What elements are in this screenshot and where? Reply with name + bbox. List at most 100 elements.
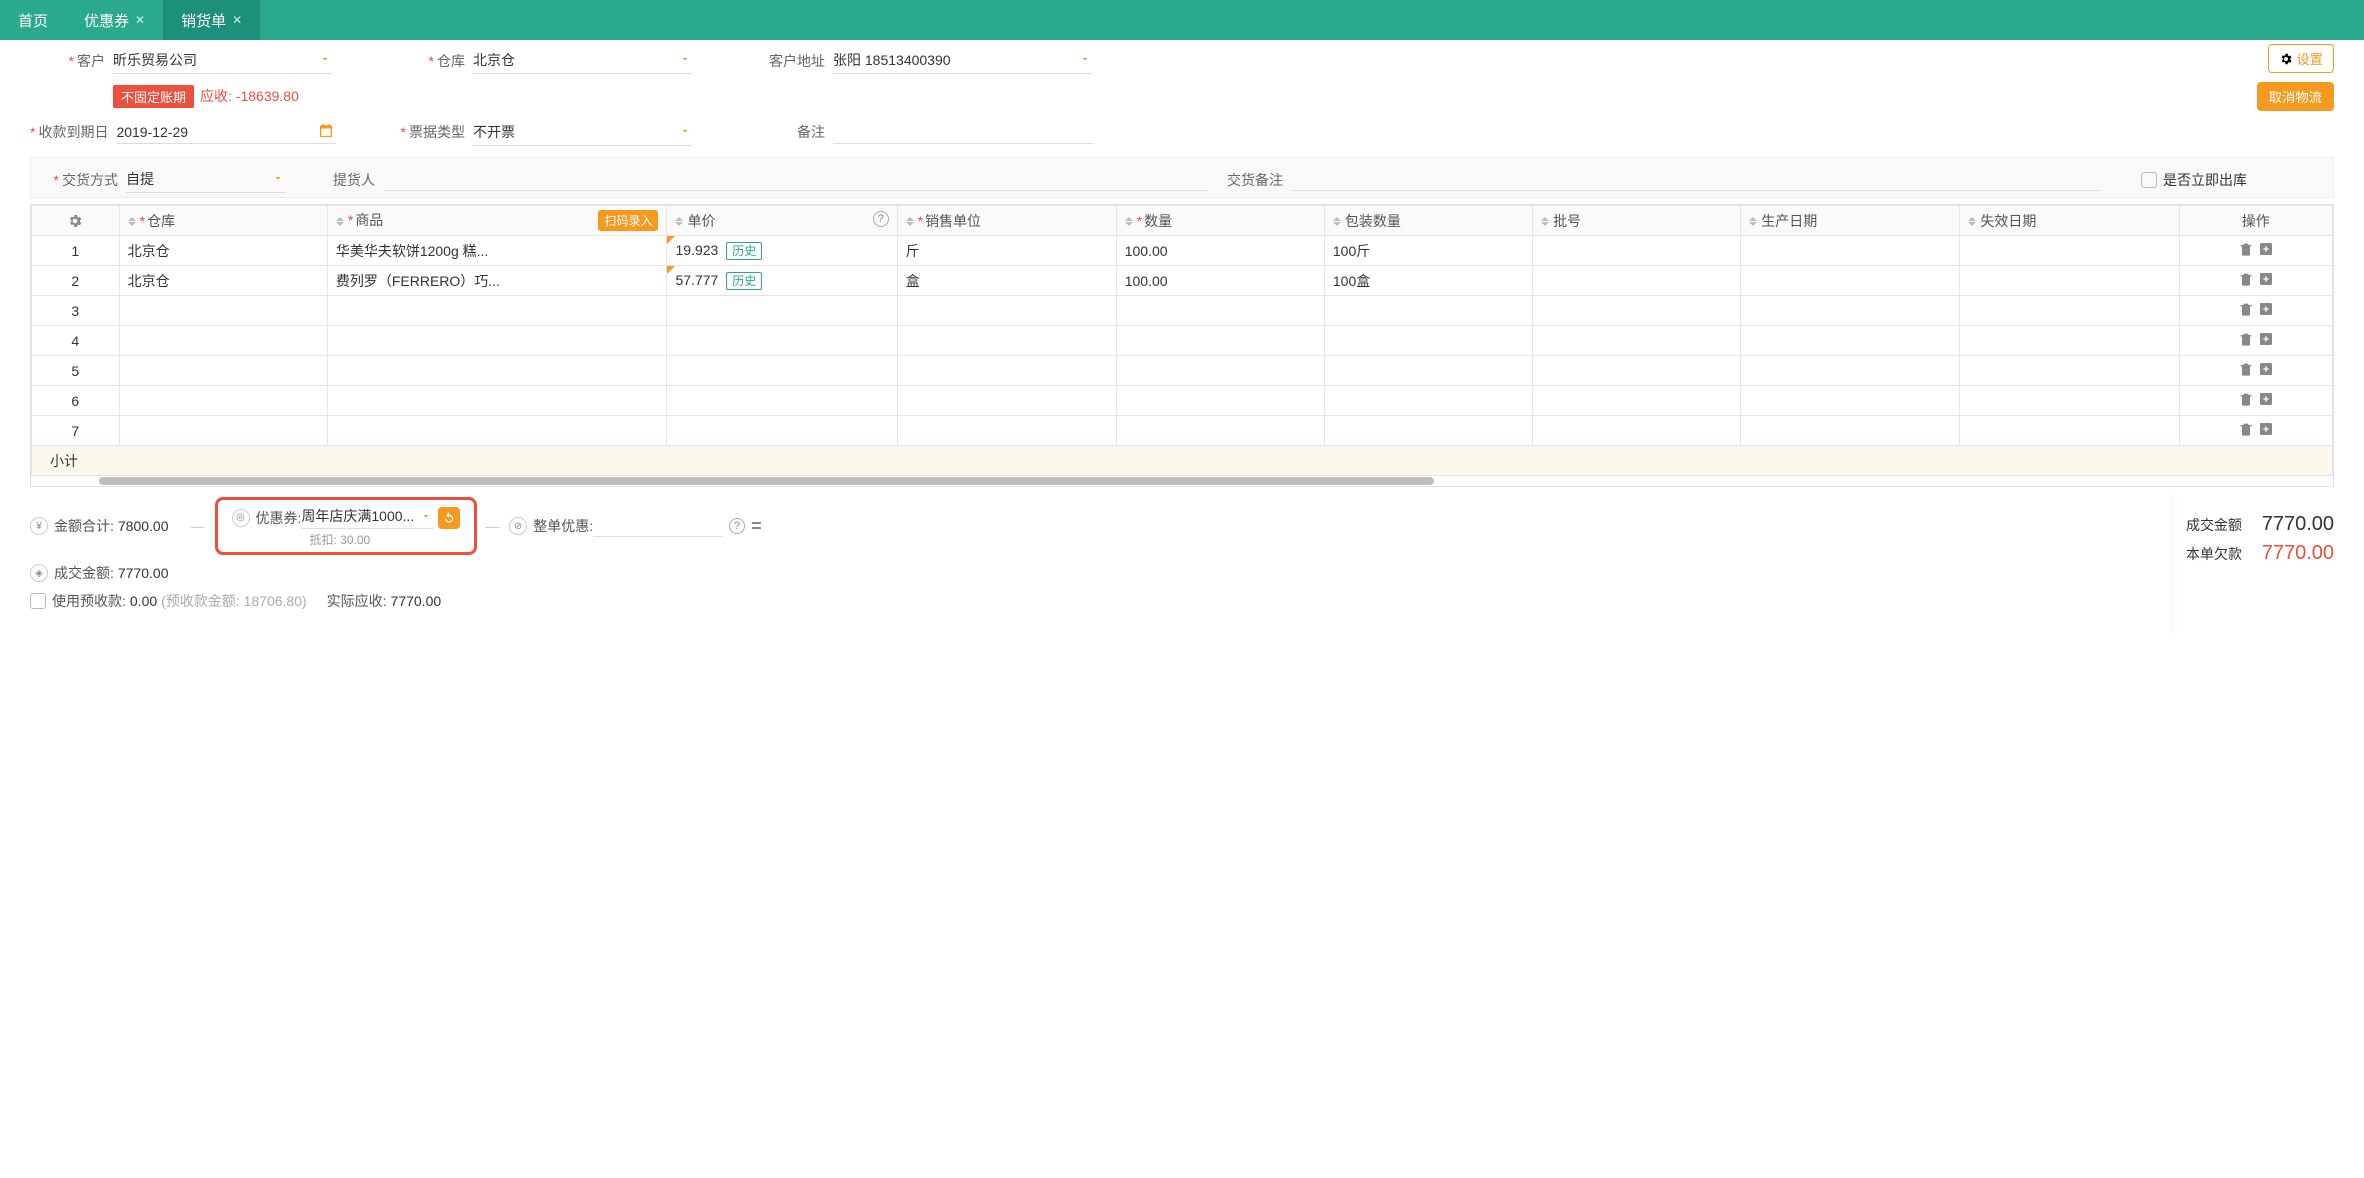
- trash-icon[interactable]: [2238, 331, 2254, 347]
- cell-unit[interactable]: [897, 296, 1116, 326]
- cell-unit[interactable]: [897, 356, 1116, 386]
- remark-input[interactable]: [833, 121, 1093, 144]
- cell-warehouse[interactable]: [119, 416, 327, 446]
- col-price[interactable]: 单价?: [667, 206, 897, 236]
- col-qty[interactable]: *数量: [1116, 206, 1324, 236]
- delivery-note-input[interactable]: [1291, 168, 2101, 191]
- cell-unit[interactable]: [897, 386, 1116, 416]
- cell-price[interactable]: [667, 386, 897, 416]
- cell-exp-date[interactable]: [1960, 416, 2179, 446]
- delivery-method-select[interactable]: 自提: [126, 166, 286, 193]
- table-row[interactable]: 1北京仓华美华夫软饼1200g 糕...19.923 历史斤100.00100斤: [32, 236, 2333, 266]
- close-icon[interactable]: ✕: [135, 13, 145, 27]
- cell-price[interactable]: [667, 356, 897, 386]
- cell-prod-date[interactable]: [1741, 386, 1960, 416]
- cell-pack[interactable]: 100斤: [1324, 236, 1532, 266]
- due-date-input[interactable]: 2019-12-29: [116, 121, 336, 144]
- add-row-icon[interactable]: [2258, 271, 2274, 287]
- cell-exp-date[interactable]: [1960, 326, 2179, 356]
- cell-exp-date[interactable]: [1960, 296, 2179, 326]
- cell-warehouse[interactable]: [119, 356, 327, 386]
- cell-product[interactable]: [327, 356, 667, 386]
- tab-sales-order[interactable]: 销货单✕: [163, 0, 260, 40]
- cell-unit[interactable]: 盒: [897, 266, 1116, 296]
- trash-icon[interactable]: [2238, 301, 2254, 317]
- cell-price[interactable]: [667, 326, 897, 356]
- cell-product[interactable]: 费列罗（FERRERO）巧...: [327, 266, 667, 296]
- cell-qty[interactable]: [1116, 386, 1324, 416]
- cell-batch[interactable]: [1533, 296, 1741, 326]
- cell-product[interactable]: [327, 296, 667, 326]
- cell-price[interactable]: 19.923 历史: [667, 236, 897, 266]
- cell-warehouse[interactable]: 北京仓: [119, 266, 327, 296]
- table-row[interactable]: 7: [32, 416, 2333, 446]
- cell-unit[interactable]: [897, 416, 1116, 446]
- use-prepay-checkbox[interactable]: [30, 593, 46, 609]
- cell-batch[interactable]: [1533, 356, 1741, 386]
- trash-icon[interactable]: [2238, 271, 2254, 287]
- horizontal-scrollbar[interactable]: [31, 476, 2333, 486]
- cell-pack[interactable]: [1324, 296, 1532, 326]
- add-row-icon[interactable]: [2258, 391, 2274, 407]
- cell-prod-date[interactable]: [1741, 326, 1960, 356]
- cell-product[interactable]: [327, 416, 667, 446]
- history-badge[interactable]: 历史: [726, 272, 762, 290]
- cell-warehouse[interactable]: [119, 386, 327, 416]
- add-row-icon[interactable]: [2258, 241, 2274, 257]
- cell-batch[interactable]: [1533, 266, 1741, 296]
- cell-qty[interactable]: [1116, 296, 1324, 326]
- add-row-icon[interactable]: [2258, 361, 2274, 377]
- help-icon[interactable]: ?: [873, 211, 889, 227]
- help-icon[interactable]: ?: [729, 518, 745, 534]
- add-row-icon[interactable]: [2258, 301, 2274, 317]
- cell-prod-date[interactable]: [1741, 296, 1960, 326]
- cell-price[interactable]: 57.777 历史: [667, 266, 897, 296]
- cell-qty[interactable]: 100.00: [1116, 266, 1324, 296]
- cell-product[interactable]: [327, 386, 667, 416]
- immediate-out-checkbox[interactable]: 是否立即出库: [2121, 170, 2321, 190]
- col-settings[interactable]: [32, 206, 120, 236]
- col-product[interactable]: *商品扫码录入: [327, 206, 667, 236]
- cell-warehouse[interactable]: [119, 296, 327, 326]
- history-badge[interactable]: 历史: [726, 242, 762, 260]
- cell-pack[interactable]: [1324, 356, 1532, 386]
- cell-exp-date[interactable]: [1960, 266, 2179, 296]
- cell-batch[interactable]: [1533, 236, 1741, 266]
- add-row-icon[interactable]: [2258, 331, 2274, 347]
- col-pack-qty[interactable]: 包装数量: [1324, 206, 1532, 236]
- address-select[interactable]: 张阳 18513400390: [833, 47, 1093, 74]
- cell-pack[interactable]: [1324, 326, 1532, 356]
- tab-coupon[interactable]: 优惠券✕: [66, 0, 163, 40]
- trash-icon[interactable]: [2238, 361, 2254, 377]
- cell-unit[interactable]: [897, 326, 1116, 356]
- cell-product[interactable]: [327, 326, 667, 356]
- table-row[interactable]: 6: [32, 386, 2333, 416]
- cell-pack[interactable]: [1324, 416, 1532, 446]
- cell-unit[interactable]: 斤: [897, 236, 1116, 266]
- cell-pack[interactable]: 100盒: [1324, 266, 1532, 296]
- cell-product[interactable]: 华美华夫软饼1200g 糕...: [327, 236, 667, 266]
- scan-button[interactable]: 扫码录入: [598, 210, 658, 231]
- table-row[interactable]: 2北京仓费列罗（FERRERO）巧...57.777 历史盒100.00100盒: [32, 266, 2333, 296]
- cell-prod-date[interactable]: [1741, 266, 1960, 296]
- settings-button[interactable]: 设置: [2268, 44, 2334, 73]
- cell-pack[interactable]: [1324, 386, 1532, 416]
- cell-warehouse[interactable]: 北京仓: [119, 236, 327, 266]
- cell-warehouse[interactable]: [119, 326, 327, 356]
- cell-exp-date[interactable]: [1960, 236, 2179, 266]
- table-row[interactable]: 3: [32, 296, 2333, 326]
- cell-prod-date[interactable]: [1741, 356, 1960, 386]
- cell-qty[interactable]: [1116, 416, 1324, 446]
- tab-home[interactable]: 首页: [0, 0, 66, 40]
- order-discount-input[interactable]: [593, 515, 723, 537]
- add-row-icon[interactable]: [2258, 421, 2274, 437]
- table-row[interactable]: 4: [32, 326, 2333, 356]
- cell-prod-date[interactable]: [1741, 236, 1960, 266]
- col-prod-date[interactable]: 生产日期: [1741, 206, 1960, 236]
- trash-icon[interactable]: [2238, 421, 2254, 437]
- cell-prod-date[interactable]: [1741, 416, 1960, 446]
- cell-exp-date[interactable]: [1960, 386, 2179, 416]
- customer-select[interactable]: 昕乐贸易公司: [113, 47, 333, 74]
- coupon-select[interactable]: 周年店庆满1000...: [301, 506, 434, 529]
- col-exp-date[interactable]: 失效日期: [1960, 206, 2179, 236]
